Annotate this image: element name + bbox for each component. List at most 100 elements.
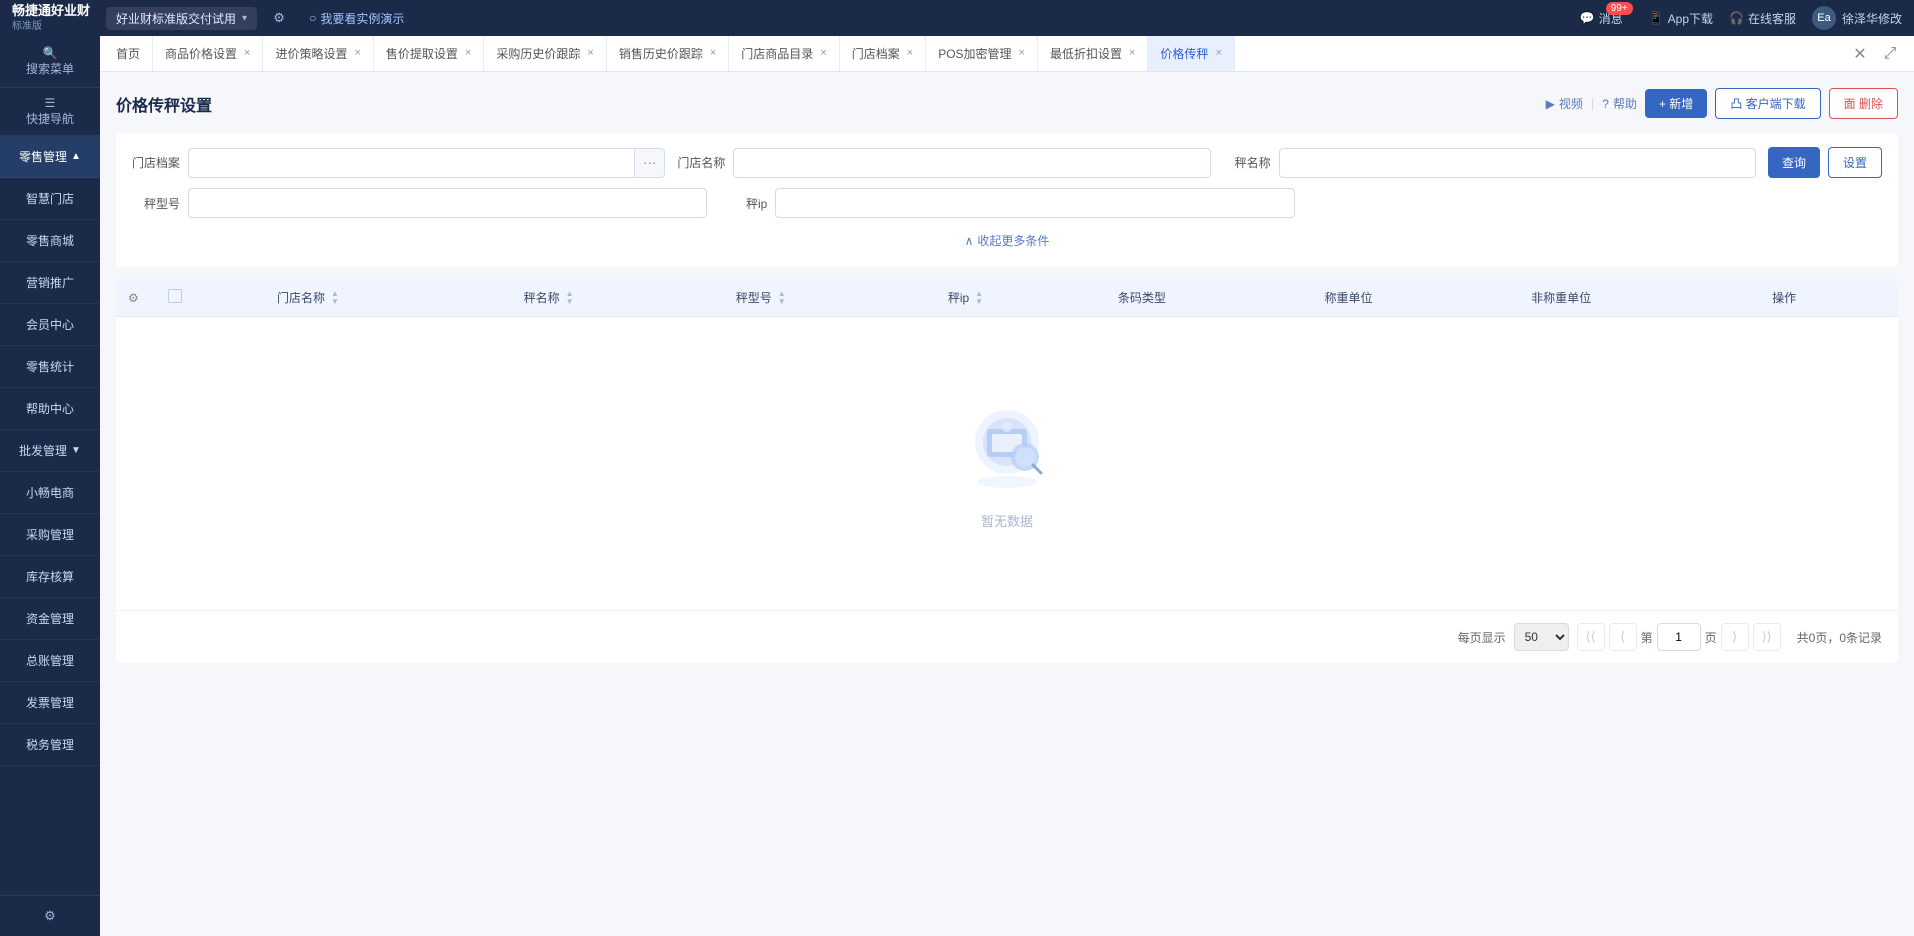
sort-scale_ip-icon[interactable]: ▲▼ [975, 290, 983, 306]
arrow-icon: ▼ [71, 445, 81, 456]
video-icon: ▶ [1546, 97, 1555, 111]
filter-row-2: 秤型号 秤ip [132, 188, 1882, 218]
search-menu-button[interactable]: 🔍 搜索菜单 [0, 36, 100, 88]
store-name-filter: 门店名称 [677, 148, 1210, 178]
selector-settings-button[interactable]: ⚙ [265, 4, 293, 32]
empty-illustration [957, 397, 1057, 497]
version-selector[interactable]: 好业财标准版交付试用 ▾ [106, 7, 257, 30]
scale-ip-filter: 秤ip [719, 188, 1294, 218]
sort-scale_name-icon[interactable]: ▲▼ [566, 290, 574, 306]
query-button[interactable]: 查询 [1768, 147, 1820, 178]
sidebar-item-wholesale-mgmt[interactable]: 批发管理▼ [0, 430, 100, 472]
sidebar-item-finance-mgmt[interactable]: 资金管理 [0, 598, 100, 640]
sidebar-item-help-center[interactable]: 帮助中心 [0, 388, 100, 430]
last-page-button[interactable]: ⟩⟩ [1753, 623, 1781, 651]
tab-store-profile[interactable]: 门店档案× [840, 36, 926, 72]
user-menu[interactable]: Ea 徐泽华修改 [1812, 6, 1902, 30]
tab-sale-price[interactable]: 售价提取设置× [374, 36, 484, 72]
scale-model-input[interactable] [188, 188, 707, 218]
col-label-scale_name: 秤名称 [524, 289, 560, 306]
tab-close-icon[interactable]: × [244, 48, 250, 59]
sort-store_name-icon[interactable]: ▲▼ [331, 290, 339, 306]
video-link[interactable]: ▶ 视频 [1546, 95, 1583, 112]
tab-min-discount[interactable]: 最低折扣设置× [1038, 36, 1148, 72]
tab-home[interactable]: 首页 [104, 36, 153, 72]
tab-close-icon[interactable]: × [1129, 48, 1135, 59]
sidebar-settings-button[interactable]: ⚙ [0, 895, 100, 936]
help-link[interactable]: ? 帮助 [1602, 95, 1637, 112]
search-menu-label: 搜索菜单 [0, 60, 100, 77]
store-profile-picker-button[interactable]: ··· [635, 148, 665, 178]
prev-page-button[interactable]: ⟨ [1609, 623, 1637, 651]
tab-close-icon[interactable]: × [1019, 48, 1025, 59]
filter-row-1: 门店档案 ··· 门店名称 秤名称 [132, 147, 1882, 178]
tab-label: 首页 [116, 45, 140, 62]
next-page-button[interactable]: ⟩ [1721, 623, 1749, 651]
sidebar-item-member-center[interactable]: 会员中心 [0, 304, 100, 346]
store-profile-input[interactable] [188, 148, 635, 178]
tab-sale-history[interactable]: 销售历史价跟踪 × [607, 36, 729, 72]
sidebar-item-invoice-mgmt[interactable]: 发票管理 [0, 682, 100, 724]
select-all-checkbox[interactable] [168, 289, 182, 303]
sidebar-item-general-ledger[interactable]: 总账管理 [0, 640, 100, 682]
sort-scale_model-icon[interactable]: ▲▼ [778, 290, 786, 306]
scale-ip-input[interactable] [775, 188, 1294, 218]
sidebar-item-retail-mgmt[interactable]: 零售管理▲ [0, 136, 100, 178]
tab-purchase-history[interactable]: 采购历史价跟踪× [484, 36, 606, 72]
demo-label: 我要看实例演示 [320, 10, 404, 27]
first-page-button[interactable]: ⟨⟨ [1577, 623, 1605, 651]
message-icon: 💬 [1580, 11, 1595, 25]
sidebar-item-marketing[interactable]: 营销推广 [0, 262, 100, 304]
tab-label: 销售历史价跟踪 [619, 45, 703, 62]
sidebar-item-retail-mall[interactable]: 零售商城 [0, 220, 100, 262]
page-label: 第 [1641, 629, 1653, 646]
tab-price-settings[interactable]: 商品价格设置× [153, 36, 263, 72]
online-service-button[interactable]: 🎧 在线客服 [1729, 10, 1796, 27]
client-download-button[interactable]: 凸 客户端下载 [1715, 88, 1820, 119]
tab-close-icon[interactable]: × [820, 48, 826, 59]
expand-tab-button[interactable]: ⤢ [1876, 40, 1904, 68]
store-name-input[interactable] [733, 148, 1210, 178]
sidebar-item-purchase-mgmt[interactable]: 采购管理 [0, 514, 100, 556]
sidebar-item-retail-stats[interactable]: 零售统计 [0, 346, 100, 388]
tab-close-icon[interactable]: × [465, 48, 471, 59]
tab-close-icon[interactable]: × [354, 48, 360, 59]
config-button[interactable]: 设置 [1828, 147, 1882, 178]
page-number-input[interactable]: 1 [1657, 623, 1701, 651]
tab-store-catalog[interactable]: 门店商品目录× [729, 36, 839, 72]
page-navigation: ⟨⟨ ⟨ 第 1 页 ⟩ ⟩⟩ [1577, 623, 1781, 651]
scale-model-label: 秤型号 [132, 195, 180, 212]
avatar-initials: Ea [1817, 12, 1830, 24]
sidebar-item-tax-mgmt[interactable]: 税务管理 [0, 724, 100, 766]
demo-link[interactable]: ○ 我要看实例演示 [309, 10, 404, 27]
tab-price-scale[interactable]: 价格传秤× [1148, 36, 1234, 72]
video-label: 视频 [1559, 95, 1583, 112]
sidebar: 🔍 搜索菜单 ☰ 快捷导航 零售管理▲智慧门店零售商城营销推广会员中心零售统计帮… [0, 36, 100, 936]
delete-button[interactable]: 面 删除 [1829, 88, 1898, 119]
sidebar-item-xiaochang[interactable]: 小畅电商 [0, 472, 100, 514]
tab-pos-management[interactable]: POS加密管理× [926, 36, 1038, 72]
collapse-button[interactable]: ∧ 收起更多条件 [953, 228, 1062, 253]
sidebar-item-smart-store[interactable]: 智慧门店 [0, 178, 100, 220]
table-settings-icon[interactable]: ⚙ [128, 291, 139, 305]
table-card: ⚙门店名称▲▼秤名称▲▼秤型号▲▼秤ip▲▼条码类型称重单位非称重单位操作 [116, 279, 1898, 663]
tab-bar-end: ✕ ⤢ [1846, 40, 1910, 68]
chevron-down-icon: ▾ [242, 13, 247, 24]
app-download-button[interactable]: 📱 App下载 [1649, 10, 1713, 27]
tab-close-icon[interactable]: × [1215, 48, 1221, 59]
page-size-select[interactable]: 10 20 50 100 [1514, 623, 1569, 651]
table-container: ⚙门店名称▲▼秤名称▲▼秤型号▲▼秤ip▲▼条码类型称重单位非称重单位操作 [116, 279, 1898, 317]
col-label-barcode_type: 条码类型 [1118, 291, 1166, 305]
tab-close-icon[interactable]: × [710, 48, 716, 59]
th-scale_name: 秤名称 ▲▼ [512, 279, 724, 317]
tab-purchase-strategy[interactable]: 进价策略设置× [263, 36, 373, 72]
sidebar-item-inventory[interactable]: 库存核算 [0, 556, 100, 598]
add-button[interactable]: + 新增 [1645, 89, 1707, 118]
message-button[interactable]: 💬 消息 99+ [1580, 10, 1623, 27]
quick-nav-button[interactable]: ☰ 快捷导航 [0, 88, 100, 136]
tab-close-icon[interactable]: × [587, 48, 593, 59]
close-tab-button[interactable]: ✕ [1846, 40, 1874, 68]
version-label: 好业财标准版交付试用 [116, 10, 236, 27]
scale-name-input[interactable] [1279, 148, 1756, 178]
tab-close-icon[interactable]: × [907, 48, 913, 59]
